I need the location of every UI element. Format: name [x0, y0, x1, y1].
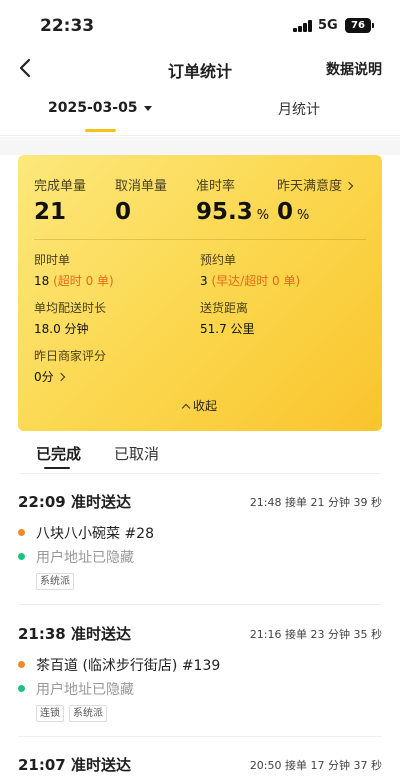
list-divider [18, 473, 382, 474]
network-type: 5G [318, 18, 338, 33]
order-shop: 茶百道 (临沭步行街店) #139 [18, 655, 220, 675]
signal-icon [293, 20, 313, 32]
metric-cancelled-label: 取消单量 [115, 179, 168, 194]
metric-completed-value: 21 [34, 199, 67, 225]
collapse-button[interactable]: 收起 [18, 397, 382, 414]
nav-bar: 订单统计 数据说明 [0, 50, 400, 90]
order-tag: 连锁 [36, 705, 64, 722]
address-dot-icon [18, 685, 25, 692]
chevron-down-icon [143, 105, 152, 111]
order-delivery-status: 21:07 准时送达 [18, 756, 131, 774]
date-tabs: 2025-03-05 月统计 [0, 90, 400, 136]
chevron-right-icon [344, 181, 354, 191]
reserved-order-value: 3 (早达/超时 0 单) [200, 274, 301, 288]
metric-satisfaction-label[interactable]: 昨天满意度 [277, 175, 354, 194]
tab-completed[interactable]: 已完成 [36, 443, 81, 464]
order-delivery-status: 22:09 准时送达 [18, 493, 131, 511]
tab-monthly-stats[interactable]: 月统计 [278, 99, 320, 119]
metric-ontime-label: 准时率 [196, 179, 236, 194]
order-shop: 八块八小碗菜 #28 [18, 523, 154, 543]
order-tags: 系统派 [36, 569, 79, 590]
order-item[interactable]: 22:09 准时送达 21:48 接单 21 分钟 39 秒 八块八小碗菜 #2… [18, 491, 382, 605]
date-selector[interactable]: 2025-03-05 [48, 100, 152, 116]
battery-icon: 76 [345, 18, 374, 33]
active-tab-indicator [44, 467, 70, 469]
order-tags: 连锁 系统派 [36, 701, 112, 722]
summary-card: 完成单量 21 取消单量 0 准时率 95.3% 昨天满意度 0% 即时单 18… [18, 155, 382, 431]
order-status-tabs: 已完成 已取消 [0, 431, 400, 475]
metric-cancelled-value: 0 [115, 199, 132, 225]
selected-date: 2025-03-05 [48, 100, 138, 116]
avg-delivery-time-label: 单均配送时长 [34, 301, 107, 315]
address-dot-icon [18, 553, 25, 560]
chevron-up-icon [181, 403, 191, 413]
merchant-rating-value[interactable]: 0分 [34, 368, 65, 385]
order-divider [18, 604, 382, 605]
data-explanation-link[interactable]: 数据说明 [326, 59, 382, 79]
order-tag: 系统派 [69, 705, 107, 722]
shop-dot-icon [18, 529, 25, 536]
delivery-distance-label: 送货距离 [200, 301, 249, 315]
metric-satisfaction-value: 0% [277, 199, 310, 225]
metric-completed-label: 完成单量 [34, 179, 87, 194]
tab-cancelled[interactable]: 已取消 [114, 443, 159, 464]
instant-order-label: 即时单 [34, 253, 71, 267]
order-accept-duration: 21:48 接单 21 分钟 39 秒 [249, 496, 382, 509]
avg-delivery-time-value: 18.0 分钟 [34, 322, 89, 336]
status-time: 22:33 [40, 16, 95, 36]
order-address: 用户地址已隐藏 [18, 679, 134, 699]
order-item[interactable]: 21:07 准时送达 20:50 接单 17 分钟 37 秒 [18, 754, 382, 779]
order-address: 用户地址已隐藏 [18, 547, 134, 567]
shop-dot-icon [18, 661, 25, 668]
order-delivery-status: 21:38 准时送达 [18, 625, 131, 643]
chevron-right-icon [56, 372, 65, 382]
reserved-order-label: 预约单 [200, 253, 237, 267]
order-tag: 系统派 [36, 573, 74, 590]
instant-order-value: 18 (超时 0 单) [34, 274, 114, 288]
card-divider [34, 239, 366, 240]
order-divider [18, 736, 382, 737]
order-accept-duration: 20:50 接单 17 分钟 37 秒 [249, 759, 382, 772]
order-item[interactable]: 21:38 准时送达 21:16 接单 23 分钟 35 秒 茶百道 (临沭步行… [18, 623, 382, 737]
delivery-distance-value: 51.7 公里 [200, 322, 255, 336]
section-spacer [0, 137, 400, 155]
metric-ontime-value: 95.3% [196, 199, 270, 225]
active-tab-indicator [85, 129, 116, 132]
status-bar: 22:33 5G 76 [0, 0, 400, 50]
merchant-rating-label: 昨日商家评分 [34, 349, 107, 363]
order-accept-duration: 21:16 接单 23 分钟 35 秒 [249, 628, 382, 641]
